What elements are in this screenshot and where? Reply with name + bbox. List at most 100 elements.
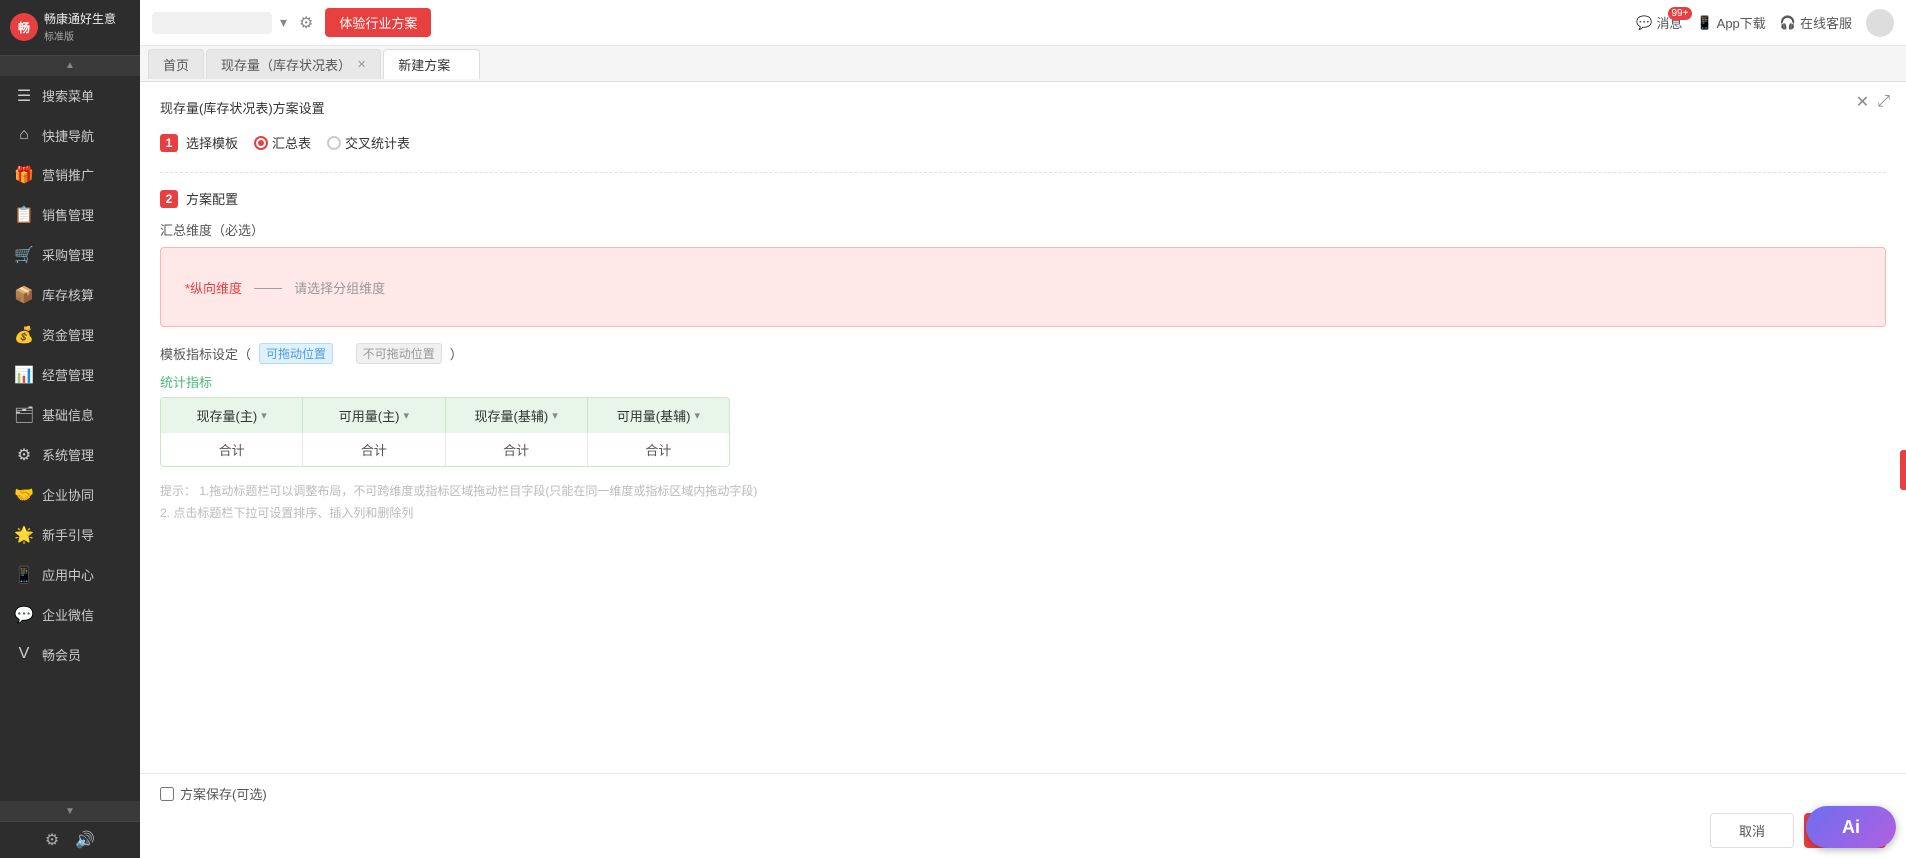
footer-buttons: 取消 查询 — [160, 813, 1886, 848]
topbar: ▾ ⚙ 体验行业方案 💬 消息 99+ 📱 App下载 🎧 在线客服 — [140, 0, 1906, 46]
purchase-icon: 🛒 — [14, 245, 34, 265]
sidebar-item-corp[interactable]: 🤝 企业协同 — [0, 475, 140, 515]
message-badge: 99+ — [1668, 7, 1693, 20]
page-title: 现存量(库存状况表)方案设置 — [160, 98, 1886, 117]
stats-table: 现存量(主) ▾ 可用量(主) ▾ 现存量(基辅) ▾ — [160, 397, 730, 467]
sound-icon[interactable]: 🔊 — [75, 830, 95, 850]
settings-gear-icon[interactable]: ⚙ — [299, 13, 313, 33]
tab-inventory[interactable]: 现存量（库存状况表） ✕ — [206, 49, 381, 79]
expand-panel-button[interactable]: ⤢ — [1877, 93, 1890, 111]
sidebar-item-vip[interactable]: V 畅会员 — [0, 635, 140, 674]
col4-header[interactable]: 可用量(基辅) ▾ — [588, 398, 729, 433]
col1-chevron[interactable]: ▾ — [261, 409, 267, 422]
footer-area: 方案保存(可选) 取消 查询 — [140, 773, 1906, 858]
app-download-button[interactable]: 📱 App下载 — [1696, 13, 1765, 32]
indicator-separator — [341, 347, 348, 361]
system-icon: ⚙ — [14, 445, 34, 465]
section1-title: 选择模板 — [186, 133, 238, 152]
radio-summary-dot — [254, 136, 268, 150]
tab-inventory-close[interactable]: ✕ — [357, 58, 366, 71]
logo-icon: 畅 — [10, 13, 38, 41]
inventory-icon: 📦 — [14, 285, 34, 305]
section-choose-template: 1 选择模板 汇总表 交叉统计表 — [160, 133, 1886, 152]
tab-new-scheme-close[interactable]: ✕ — [456, 58, 465, 71]
col3-header[interactable]: 现存量(基辅) ▾ — [446, 398, 588, 433]
save-checkbox[interactable] — [160, 787, 174, 801]
metrics-label: 模板指标设定（ 可拖动位置 不可拖动位置 ） — [160, 343, 1886, 364]
sidebar-item-search[interactable]: ☰ 搜索菜单 — [0, 76, 140, 116]
sidebar-item-marketing[interactable]: 🎁 营销推广 — [0, 155, 140, 195]
sidebar-item-management[interactable]: 📊 经营管理 — [0, 355, 140, 395]
stats-title: 统计指标 — [160, 372, 1886, 391]
sidebar-item-wechat[interactable]: 💬 企业微信 — [0, 595, 140, 635]
dimension-placeholder: 请选择分组维度 — [294, 278, 385, 297]
tab-home[interactable]: 首页 — [148, 49, 204, 79]
sidebar-item-purchase[interactable]: 🛒 采购管理 — [0, 235, 140, 275]
sidebar-item-appstore[interactable]: 📱 应用中心 — [0, 555, 140, 595]
main-area: ▾ ⚙ 体验行业方案 💬 消息 99+ 📱 App下载 🎧 在线客服 首页 — [140, 0, 1906, 858]
dimension-arrow: —— — [254, 279, 282, 295]
metrics-section: 模板指标设定（ 可拖动位置 不可拖动位置 ） 统计指标 现存量(主) ▾ — [160, 343, 1886, 524]
vip-icon: V — [14, 645, 34, 663]
message-icon: 💬 — [1636, 15, 1652, 31]
sidebar-item-finance[interactable]: 💰 资金管理 — [0, 315, 140, 355]
user-avatar[interactable] — [1866, 9, 1894, 37]
search-input[interactable] — [152, 12, 272, 34]
col2-chevron[interactable]: ▾ — [403, 409, 409, 422]
appstore-icon: 📱 — [14, 565, 34, 585]
tab-new-scheme[interactable]: 新建方案 ✕ — [383, 49, 480, 79]
section-scheme-config: 2 方案配置 汇总维度（必选） *纵向维度 —— 请选择分组维度 模板指标设定（… — [160, 189, 1886, 524]
sidebar-item-quicknav[interactable]: ⌂ 快捷导航 — [0, 116, 140, 155]
sidebar-nav: ☰ 搜索菜单 ⌂ 快捷导航 🎁 营销推广 📋 销售管理 🛒 采购管理 📦 库存核… — [0, 76, 140, 801]
search-menu-icon: ☰ — [14, 86, 34, 106]
search-dropdown-icon[interactable]: ▾ — [280, 14, 287, 31]
unmovable-badge: 不可拖动位置 — [356, 343, 442, 364]
col4-chevron[interactable]: ▾ — [694, 409, 700, 422]
dimension-required-text: *纵向维度 — [185, 278, 242, 297]
section1-header: 1 选择模板 汇总表 交叉统计表 — [160, 133, 1886, 152]
hint-text-2: 2. 点击标题栏下拉可设置排序、插入列和删除列 — [160, 503, 1886, 525]
stats-table-body: 合计 合计 合计 合计 — [161, 433, 729, 466]
radio-crosstab-dot — [327, 136, 341, 150]
sidebar-item-system[interactable]: ⚙ 系统管理 — [0, 435, 140, 475]
close-panel-button[interactable]: ✕ — [1856, 92, 1869, 112]
radio-summary[interactable]: 汇总表 — [254, 133, 311, 152]
movable-badge: 可拖动位置 — [259, 343, 333, 364]
online-service-button[interactable]: 🎧 在线客服 — [1780, 13, 1852, 32]
section1-num: 1 — [160, 134, 178, 152]
cancel-button[interactable]: 取消 — [1710, 813, 1794, 848]
sidebar: 畅 畅康通好生意 标准版 ▲ ☰ 搜索菜单 ⌂ 快捷导航 🎁 营销推广 📋 销售… — [0, 0, 140, 858]
hint-section: 提示： 1.拖动标题栏可以调整布局，不可跨维度或指标区域拖动栏目字段(只能在同一… — [160, 481, 1886, 524]
sales-icon: 📋 — [14, 205, 34, 225]
sidebar-scroll-up[interactable]: ▲ — [0, 56, 140, 76]
settings-icon[interactable]: ⚙ — [45, 830, 59, 850]
dimension-box[interactable]: *纵向维度 —— 请选择分组维度 — [160, 247, 1886, 327]
wechat-icon: 💬 — [14, 605, 34, 625]
tabbar: 首页 现存量（库存状况表） ✕ 新建方案 ✕ — [140, 46, 1906, 82]
col3-chevron[interactable]: ▾ — [552, 409, 558, 422]
sidebar-scroll-down[interactable]: ▼ — [0, 801, 140, 821]
sidebar-bottom: ⚙ 🔊 — [0, 821, 140, 858]
trial-button[interactable]: 体验行业方案 — [325, 8, 431, 37]
radio-crosstab[interactable]: 交叉统计表 — [327, 133, 410, 152]
sidebar-logo: 畅 畅康通好生意 标准版 — [0, 0, 140, 56]
footer-save: 方案保存(可选) — [160, 784, 1886, 803]
col2-header[interactable]: 可用量(主) ▾ — [303, 398, 445, 433]
sidebar-item-inventory[interactable]: 📦 库存核算 — [0, 275, 140, 315]
col1-header[interactable]: 现存量(主) ▾ — [161, 398, 303, 433]
topbar-right: 💬 消息 99+ 📱 App下载 🎧 在线客服 — [1636, 9, 1894, 37]
content-actions: ✕ ⤢ — [1856, 92, 1890, 112]
section2-title: 方案配置 — [186, 189, 238, 208]
finance-icon: 💰 — [14, 325, 34, 345]
sidebar-item-newbie[interactable]: 🌟 新手引导 — [0, 515, 140, 555]
sidebar-item-sales[interactable]: 📋 销售管理 — [0, 195, 140, 235]
ai-bubble[interactable]: Ai — [1806, 806, 1896, 848]
phone-icon: 📱 — [1696, 15, 1712, 31]
content-area: ✕ ⤢ 现存量(库存状况表)方案设置 1 选择模板 汇总表 — [140, 82, 1906, 773]
right-edge-handle[interactable] — [1900, 450, 1906, 490]
sidebar-item-basic[interactable]: 🗂 基础信息 — [0, 395, 140, 435]
message-button[interactable]: 💬 消息 99+ — [1636, 13, 1682, 32]
section2-num: 2 — [160, 190, 178, 208]
template-radio-group: 汇总表 交叉统计表 — [254, 133, 410, 152]
corp-icon: 🤝 — [14, 485, 34, 505]
